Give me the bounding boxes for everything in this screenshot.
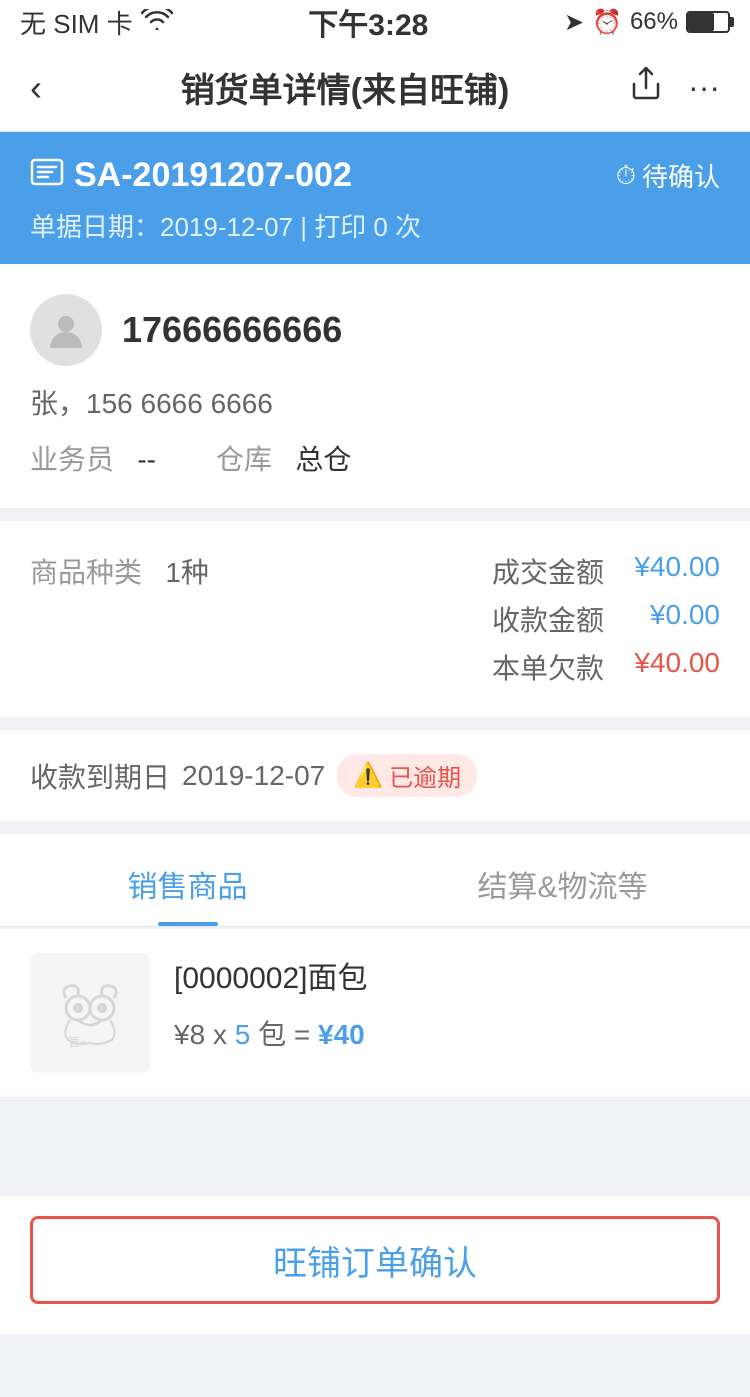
- location-icon: ➤: [564, 8, 584, 37]
- tabs-bar: 销售商品 结算&物流等: [0, 834, 750, 927]
- order-number: SA-20191207-002: [30, 156, 352, 195]
- product-total: ¥40: [318, 1019, 365, 1050]
- tab-settlement[interactable]: 结算&物流等: [375, 834, 750, 926]
- nav-bar: ‹ 销货单详情(来自旺铺) ···: [0, 44, 750, 132]
- product-quantity: 5: [235, 1019, 251, 1050]
- product-types-value: 1种: [165, 557, 209, 588]
- product-info: [0000002]面包 ¥8 x 5 包 = ¥40: [174, 953, 720, 1053]
- alarm-icon: ⏰: [592, 8, 622, 37]
- order-icon: [30, 156, 64, 195]
- carrier-text: 无 SIM 卡: [20, 4, 133, 41]
- amount-label-0: 成交金额: [492, 551, 604, 591]
- product-types: 商品种类 1种: [30, 551, 209, 591]
- avatar: [30, 294, 102, 366]
- product-equals: =: [294, 1019, 318, 1050]
- back-button[interactable]: ‹: [30, 67, 42, 109]
- amount-value-0: ¥40.00: [620, 551, 720, 591]
- product-price: ¥8: [174, 1019, 205, 1050]
- amount-value-1: ¥0.00: [620, 599, 720, 639]
- status-bar: 无 SIM 卡 下午3:28 ➤ ⏰ 66%: [0, 0, 750, 44]
- status-left: 无 SIM 卡: [20, 4, 173, 41]
- product-name: [0000002]面包: [174, 953, 720, 997]
- due-date-value: 2019-12-07: [182, 760, 325, 792]
- salesperson-value: --: [137, 444, 156, 475]
- svg-text:管+: 管+: [68, 1034, 87, 1048]
- salesperson-label: 业务员: [30, 444, 114, 475]
- battery-icon: [686, 11, 730, 33]
- overdue-badge: ⚠️ 已逾期: [337, 754, 477, 797]
- summary-amounts: 成交金额 ¥40.00 收款金额 ¥0.00 本单欠款 ¥40.00: [492, 551, 720, 687]
- amount-value-2: ¥40.00: [620, 647, 720, 687]
- order-header: SA-20191207-002 ⏱ 待确认 单据日期：2019-12-07 | …: [0, 132, 750, 264]
- customer-name: 张，156 6666 6666: [30, 382, 720, 422]
- customer-phone: 17666666666: [122, 309, 342, 351]
- tab-products[interactable]: 销售商品: [0, 834, 375, 926]
- overdue-icon: ⚠️: [353, 761, 383, 790]
- customer-card: 17666666666 张，156 6666 6666 业务员 -- 仓库 总仓: [0, 264, 750, 508]
- overdue-text: 已逾期: [389, 758, 461, 793]
- warehouse-value: 总仓: [295, 444, 351, 475]
- clock-icon: ⏱: [616, 160, 636, 192]
- nav-actions: ···: [628, 66, 720, 110]
- order-status: ⏱ 待确认: [616, 157, 720, 194]
- share-icon[interactable]: [628, 66, 664, 110]
- order-date: 单据日期：2019-12-07 | 打印 0 次: [30, 207, 720, 244]
- confirm-order-button[interactable]: 旺铺订单确认: [30, 1216, 720, 1304]
- page-title: 销货单详情(来自旺铺): [62, 63, 628, 112]
- due-date-label: 收款到期日: [30, 756, 170, 796]
- warehouse-label: 仓库: [216, 444, 272, 475]
- due-date-card: 收款到期日 2019-12-07 ⚠️ 已逾期: [0, 730, 750, 821]
- product-thumbnail: 管+: [30, 953, 150, 1073]
- product-card: 管+ [0000002]面包 ¥8 x 5 包 = ¥40: [0, 929, 750, 1097]
- amount-row-1: 成交金额 ¥40.00: [492, 551, 720, 591]
- status-right: ➤ ⏰ 66%: [564, 8, 730, 37]
- product-types-label: 商品种类: [30, 557, 142, 588]
- amount-label-2: 本单欠款: [492, 647, 604, 687]
- bottom-bar: 旺铺订单确认: [0, 1196, 750, 1334]
- customer-meta: 业务员 -- 仓库 总仓: [30, 438, 720, 478]
- battery-percent: 66%: [630, 8, 678, 36]
- product-multiply: x: [213, 1019, 235, 1050]
- summary-card: 商品种类 1种 成交金额 ¥40.00 收款金额 ¥0.00 本单欠款 ¥40.…: [0, 521, 750, 717]
- wifi-icon: [141, 7, 173, 38]
- amount-row-2: 收款金额 ¥0.00: [492, 599, 720, 639]
- amount-label-1: 收款金额: [492, 599, 604, 639]
- product-calc: ¥8 x 5 包 = ¥40: [174, 1013, 720, 1053]
- more-icon[interactable]: ···: [688, 69, 720, 106]
- amount-row-3: 本单欠款 ¥40.00: [492, 647, 720, 687]
- product-unit: 包: [258, 1019, 286, 1050]
- status-time: 下午3:28: [308, 0, 428, 44]
